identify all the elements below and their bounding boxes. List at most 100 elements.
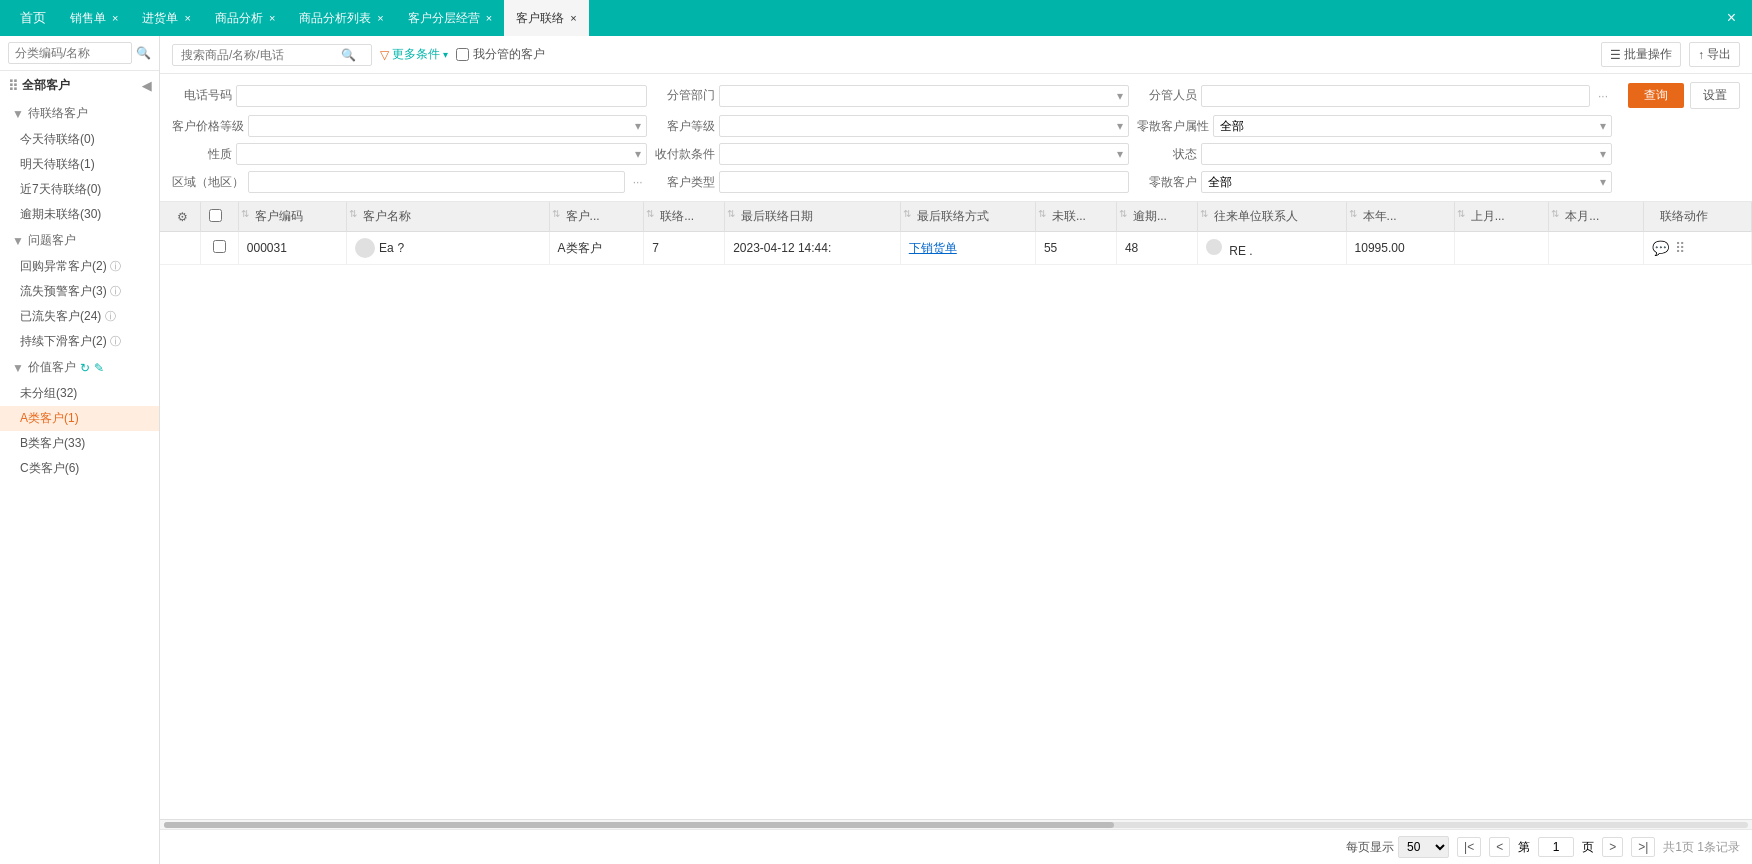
filter-more-btn[interactable]: ▽ 更多条件 ▾ bbox=[380, 46, 448, 63]
filter-field-price-level: 客户价格等级 ▾ bbox=[172, 115, 647, 137]
last-page-btn[interactable]: >| bbox=[1631, 837, 1655, 857]
query-btn[interactable]: 查询 bbox=[1628, 83, 1684, 108]
prev-page-btn[interactable]: < bbox=[1489, 837, 1510, 857]
phone-input[interactable] bbox=[236, 85, 647, 107]
filter-row-3: 性质 ▾ 收付款条件 ▾ 状态 bbox=[172, 143, 1740, 165]
filter-my-customer[interactable]: 我分管的客户 bbox=[456, 46, 545, 63]
customer-level-select[interactable] bbox=[719, 115, 1130, 137]
per-page-select[interactable]: 50 100 bbox=[1398, 836, 1449, 858]
col-type: ⇅ 客户... bbox=[549, 202, 644, 232]
export-icon: ↑ bbox=[1698, 48, 1704, 62]
sort-icon-last-way: ⇅ bbox=[903, 208, 911, 219]
sidebar-item-churn-warning[interactable]: 流失预警客户(3) ⓘ bbox=[0, 279, 159, 304]
last-contact-way-link[interactable]: 下销货单 bbox=[909, 241, 957, 255]
customer-type-input[interactable] bbox=[719, 171, 1130, 193]
customer-avatar bbox=[355, 238, 375, 258]
close-tab-analysis-list[interactable]: × bbox=[377, 12, 383, 24]
row-this-year-cell: 10995.00 bbox=[1346, 232, 1454, 265]
chat-icon[interactable]: 💬 bbox=[1652, 240, 1669, 256]
horizontal-scrollbar[interactable] bbox=[160, 819, 1752, 829]
manager-input[interactable] bbox=[1201, 85, 1590, 107]
price-level-select[interactable] bbox=[248, 115, 647, 137]
close-tab-customer-contact[interactable]: × bbox=[570, 12, 576, 24]
customer-table: ⚙ ⇅ 客户编码 ⇅ 客户名称 bbox=[160, 202, 1752, 265]
region-more-icon[interactable]: ··· bbox=[629, 175, 647, 189]
sidebar-item-c-class[interactable]: C类客户(6) bbox=[0, 456, 159, 481]
row-checkbox[interactable] bbox=[213, 240, 226, 253]
filter-field-retail: 零散客户 全部 ▾ bbox=[1137, 171, 1612, 193]
col-actions: 联络动作 bbox=[1643, 202, 1751, 232]
payment-select[interactable] bbox=[719, 143, 1130, 165]
scrollbar-thumb[interactable] bbox=[164, 822, 1114, 828]
sidebar: 🔍 ⠿ 全部客户 ◀ ▼ 待联络客户 今天待联络(0) 明天待联络(1) 近7天… bbox=[0, 36, 160, 864]
refresh-icon[interactable]: ↻ bbox=[80, 361, 90, 375]
sidebar-item-declining[interactable]: 持续下滑客户(2) ⓘ bbox=[0, 329, 159, 354]
batch-op-btn[interactable]: ☰ 批量操作 bbox=[1601, 42, 1681, 67]
nav-tab-customer-contact[interactable]: 客户联络 × bbox=[504, 0, 588, 36]
first-page-btn[interactable]: |< bbox=[1457, 837, 1481, 857]
export-btn[interactable]: ↑ 导出 bbox=[1689, 42, 1740, 67]
sidebar-item-7days[interactable]: 近7天待联络(0) bbox=[0, 177, 159, 202]
col-this-year: ⇅ 本年... bbox=[1346, 202, 1454, 232]
row-action-btns: 💬 ⠿ bbox=[1652, 240, 1743, 256]
gear-icon[interactable]: ⚙ bbox=[168, 210, 196, 224]
filter-field-region: 区域（地区） ··· bbox=[172, 171, 647, 193]
next-page-btn[interactable]: > bbox=[1602, 837, 1623, 857]
close-tab-customer-segment[interactable]: × bbox=[486, 12, 492, 24]
filter-field-customer-level: 客户等级 ▾ bbox=[655, 115, 1130, 137]
nav-tab-customer-segment[interactable]: 客户分层经营 × bbox=[396, 0, 504, 36]
sidebar-item-churned[interactable]: 已流失客户(24) ⓘ bbox=[0, 304, 159, 329]
retail-select[interactable]: 全部 bbox=[1201, 171, 1612, 193]
nature-select[interactable] bbox=[236, 143, 647, 165]
close-tab-sales[interactable]: × bbox=[112, 12, 118, 24]
sidebar-search-input[interactable] bbox=[8, 42, 132, 64]
sidebar-all-customers[interactable]: ⠿ 全部客户 ◀ bbox=[0, 71, 159, 100]
nav-tab-analysis-list[interactable]: 商品分析列表 × bbox=[287, 0, 395, 36]
sort-icon-type: ⇅ bbox=[552, 208, 560, 219]
row-code-cell: 000031 bbox=[238, 232, 346, 265]
sort-icon-code: ⇅ bbox=[241, 208, 249, 219]
settings-btn[interactable]: 设置 bbox=[1690, 82, 1740, 109]
sidebar-item-unclassified[interactable]: 未分组(32) bbox=[0, 381, 159, 406]
edit-icon-value[interactable]: ✎ bbox=[94, 361, 104, 375]
sidebar-item-b-class[interactable]: B类客户(33) bbox=[0, 431, 159, 456]
nav-tab-sales[interactable]: 销售单 × bbox=[58, 0, 130, 36]
close-tab-analysis[interactable]: × bbox=[269, 12, 275, 24]
sidebar-item-tomorrow[interactable]: 明天待联络(1) bbox=[0, 152, 159, 177]
sidebar-item-abnormal[interactable]: 回购异常客户(2) ⓘ bbox=[0, 254, 159, 279]
sidebar-item-today[interactable]: 今天待联络(0) bbox=[0, 127, 159, 152]
sidebar-item-a-class[interactable]: A类客户(1) bbox=[0, 406, 159, 431]
page-input[interactable] bbox=[1538, 837, 1574, 857]
region-input[interactable] bbox=[248, 171, 625, 193]
nav-tab-purchase[interactable]: 进货单 × bbox=[130, 0, 202, 36]
nav-home[interactable]: 首页 bbox=[8, 9, 58, 27]
manager-more-icon[interactable]: ··· bbox=[1594, 89, 1612, 103]
close-tab-purchase[interactable]: × bbox=[184, 12, 190, 24]
col-name: ⇅ 客户名称 bbox=[346, 202, 549, 232]
sidebar-search-icon[interactable]: 🔍 bbox=[136, 46, 151, 60]
my-customer-checkbox[interactable] bbox=[456, 48, 469, 61]
scrollbar-track bbox=[164, 822, 1748, 828]
dept-select[interactable] bbox=[719, 85, 1130, 107]
sort-icon-overdue: ⇅ bbox=[1119, 208, 1127, 219]
sidebar-item-overdue[interactable]: 逾期未联络(30) bbox=[0, 202, 159, 227]
row-overdue-cell: 48 bbox=[1116, 232, 1197, 265]
qr-icon[interactable]: ⠿ bbox=[1675, 240, 1685, 256]
row-name-cell: Ea ? bbox=[346, 232, 549, 265]
sort-icon-no-contact: ⇅ bbox=[1038, 208, 1046, 219]
col-last-month: ⇅ 上月... bbox=[1454, 202, 1549, 232]
retail-attr-select[interactable]: 全部 bbox=[1213, 115, 1612, 137]
per-page-area: 每页显示 50 100 bbox=[1346, 836, 1449, 858]
nav-tab-analysis[interactable]: 商品分析 × bbox=[203, 0, 287, 36]
filter-search-icon[interactable]: 🔍 bbox=[341, 48, 356, 62]
status-select[interactable] bbox=[1201, 143, 1612, 165]
sidebar-collapse-btn[interactable]: ◀ bbox=[142, 79, 151, 93]
filter-search-input[interactable] bbox=[181, 48, 341, 62]
filter-bar: 🔍 ▽ 更多条件 ▾ 我分管的客户 ☰ 批量操作 ↑ 导出 bbox=[160, 36, 1752, 74]
table-row: 000031 Ea ? A类客户 bbox=[160, 232, 1752, 265]
col-checkbox bbox=[201, 202, 239, 232]
sidebar-group-value: ▼ 价值客户 ↻ ✎ bbox=[0, 354, 159, 381]
pagination: 每页显示 50 100 |< < 第 页 > >| 共1页 1条记录 bbox=[160, 829, 1752, 864]
window-close-btn[interactable]: × bbox=[1719, 9, 1744, 27]
select-all-checkbox[interactable] bbox=[209, 209, 222, 222]
